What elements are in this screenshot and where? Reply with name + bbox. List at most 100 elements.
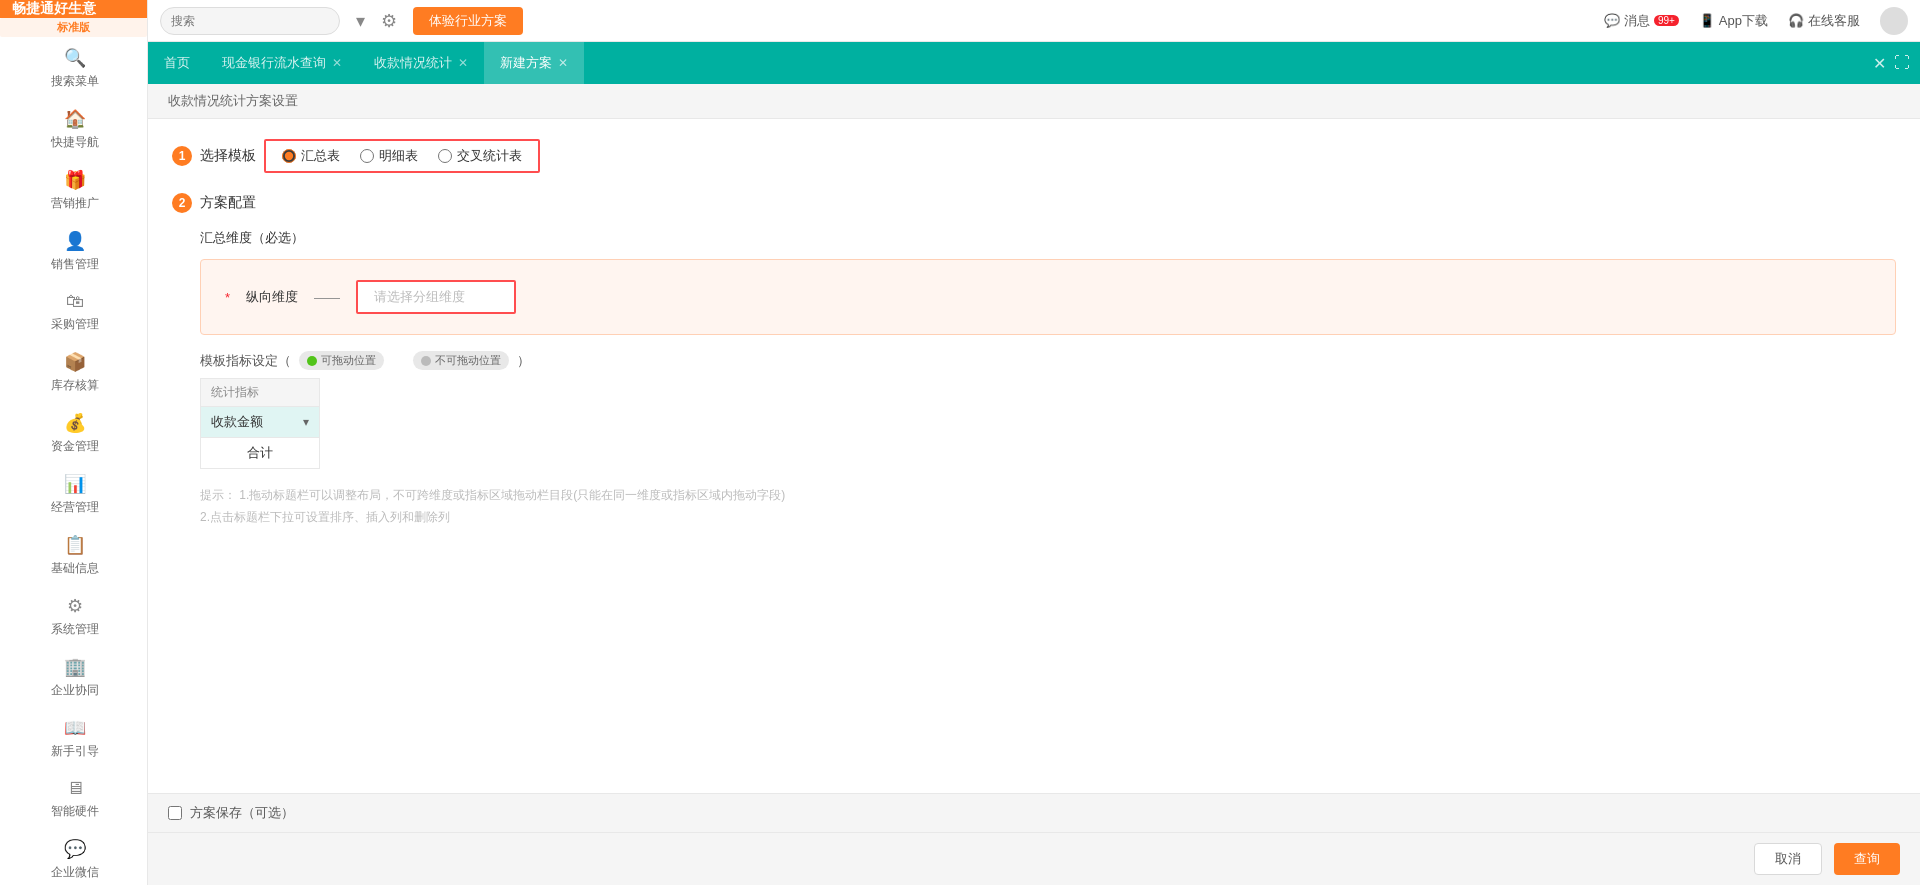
- sidebar-item-sales[interactable]: 👤 销售管理: [0, 220, 147, 281]
- tab-new-plan-label: 新建方案: [500, 54, 552, 72]
- sidebar-item-label: 企业协同: [51, 682, 99, 699]
- main-area: ▾ ⚙ 体验行业方案 💬 消息 99+ 📱 App下载 🎧 在线客服 首页: [148, 0, 1920, 885]
- operation-icon: 📊: [64, 473, 86, 495]
- indicator-close-paren: ）: [517, 352, 530, 370]
- indicator-sep: [392, 352, 405, 370]
- tab-cashflow-close[interactable]: ✕: [332, 56, 342, 70]
- avatar[interactable]: [1880, 7, 1908, 35]
- service-btn[interactable]: 🎧 在线客服: [1788, 12, 1860, 30]
- tab-receipt-stat[interactable]: 收款情况统计 ✕: [358, 42, 484, 84]
- sidebar-item-wechat[interactable]: 💬 企业微信: [0, 828, 147, 885]
- radio-detail-input[interactable]: [360, 149, 374, 163]
- sidebar: 畅捷通好生意 标准版 🔍 搜索菜单 🏠 快捷导航 🎁 营销推广 👤 销售管理 🛍…: [0, 0, 148, 885]
- tab-receipt-stat-close[interactable]: ✕: [458, 56, 468, 70]
- search-menu-icon: 🔍: [64, 47, 86, 69]
- marketing-icon: 🎁: [64, 169, 86, 191]
- sidebar-logo: 畅捷通好生意: [0, 0, 147, 18]
- sidebar-item-marketing[interactable]: 🎁 营销推广: [0, 159, 147, 220]
- finance-icon: 💰: [64, 412, 86, 434]
- stats-row-total: 合计: [201, 438, 319, 468]
- sidebar-item-operation[interactable]: 📊 经营管理: [0, 463, 147, 524]
- tip-2: 2.点击标题栏下拉可设置排序、插入列和删除列: [200, 507, 1896, 529]
- sidebar-item-label: 采购管理: [51, 316, 99, 333]
- sidebar-item-search-menu[interactable]: 🔍 搜索菜单: [0, 37, 147, 98]
- home-icon: 🏠: [64, 108, 86, 130]
- step2-header: 2 方案配置: [172, 193, 1896, 213]
- sidebar-item-purchase[interactable]: 🛍 采购管理: [0, 281, 147, 341]
- chevron-down-icon[interactable]: ▾: [303, 415, 309, 429]
- inventory-icon: 📦: [64, 351, 86, 373]
- tab-close-all-icon[interactable]: ✕: [1873, 54, 1886, 73]
- indicator-section: 模板指标设定（ 可拖动位置 不可拖动位置 ）: [200, 351, 1896, 469]
- tab-expand-icon[interactable]: ⛶: [1894, 54, 1910, 72]
- trial-btn[interactable]: 体验行业方案: [413, 7, 523, 35]
- sidebar-item-sys-mgmt[interactable]: ⚙ 系统管理: [0, 585, 147, 646]
- radio-detail[interactable]: 明细表: [360, 147, 418, 165]
- step2-section: 2 方案配置 汇总维度（必选） * 纵向维度 —— 请选择分组维度: [172, 193, 1896, 528]
- stats-table: 统计指标 收款金额 ▾ 合计: [200, 378, 320, 469]
- radio-summary[interactable]: 汇总表: [282, 147, 340, 165]
- step1-badge: 1: [172, 146, 192, 166]
- tab-cashflow[interactable]: 现金银行流水查询 ✕: [206, 42, 358, 84]
- dimension-select[interactable]: 请选择分组维度: [356, 280, 516, 314]
- gear-icon[interactable]: ⚙: [381, 10, 397, 32]
- sidebar-item-label: 智能硬件: [51, 803, 99, 820]
- radio-cross-input[interactable]: [438, 149, 452, 163]
- sidebar-item-finance[interactable]: 💰 资金管理: [0, 402, 147, 463]
- sidebar-item-label: 销售管理: [51, 256, 99, 273]
- tab-new-plan-close[interactable]: ✕: [558, 56, 568, 70]
- indicator-title: 模板指标设定（: [200, 352, 291, 370]
- draggable-toggle: 可拖动位置: [299, 351, 384, 370]
- download-btn[interactable]: 📱 App下载: [1699, 12, 1768, 30]
- stats-table-header-label: 统计指标: [201, 379, 319, 407]
- tab-home-label: 首页: [164, 54, 190, 72]
- search-input[interactable]: [160, 7, 340, 35]
- non-draggable-label: 不可拖动位置: [435, 353, 501, 368]
- message-btn[interactable]: 💬 消息 99+: [1604, 12, 1679, 30]
- basic-info-icon: 📋: [64, 534, 86, 556]
- tab-receipt-stat-label: 收款情况统计: [374, 54, 452, 72]
- guide-icon: 📖: [64, 717, 86, 739]
- step1-title: 选择模板: [200, 147, 256, 165]
- dimension-row: * 纵向维度 —— 请选择分组维度: [225, 280, 1871, 314]
- sidebar-item-quick-nav[interactable]: 🏠 快捷导航: [0, 98, 147, 159]
- step1-header: 1 选择模板 汇总表 明细表: [172, 139, 1896, 173]
- vertical-dimension-label: 纵向维度: [246, 288, 298, 306]
- query-button[interactable]: 查询: [1834, 843, 1900, 875]
- save-label: 方案保存（可选）: [190, 804, 294, 822]
- cancel-button[interactable]: 取消: [1754, 843, 1822, 875]
- message-badge: 99+: [1654, 15, 1679, 26]
- sidebar-item-guide[interactable]: 📖 新手引导: [0, 707, 147, 768]
- content: 收款情况统计方案设置 1 选择模板 汇总表: [148, 84, 1920, 885]
- sidebar-item-smart-hw[interactable]: 🖥 智能硬件: [0, 768, 147, 828]
- sidebar-item-label: 资金管理: [51, 438, 99, 455]
- sidebar-item-label: 企业微信: [51, 864, 99, 881]
- radio-summary-input[interactable]: [282, 149, 296, 163]
- tab-new-plan[interactable]: 新建方案 ✕: [484, 42, 584, 84]
- message-icon: 💬: [1604, 13, 1620, 28]
- tabbar: 首页 现金银行流水查询 ✕ 收款情况统计 ✕ 新建方案 ✕ ✕ ⛶: [148, 42, 1920, 84]
- radio-detail-label: 明细表: [379, 147, 418, 165]
- indicator-label-row: 模板指标设定（ 可拖动位置 不可拖动位置 ）: [200, 351, 1896, 370]
- sidebar-item-label: 库存核算: [51, 377, 99, 394]
- save-section: 方案保存（可选）: [148, 793, 1920, 832]
- sidebar-item-enterprise[interactable]: 🏢 企业协同: [0, 646, 147, 707]
- stats-col-header[interactable]: 收款金额 ▾: [201, 407, 319, 438]
- sidebar-item-label: 营销推广: [51, 195, 99, 212]
- sidebar-item-basic-info[interactable]: 📋 基础信息: [0, 524, 147, 585]
- sidebar-item-label: 系统管理: [51, 621, 99, 638]
- topbar-dropdown-icon[interactable]: ▾: [356, 10, 365, 32]
- smart-hw-icon: 🖥: [66, 778, 84, 799]
- sidebar-item-label: 快捷导航: [51, 134, 99, 151]
- tab-home[interactable]: 首页: [148, 42, 206, 84]
- radio-cross-label: 交叉统计表: [457, 147, 522, 165]
- service-icon: 🎧: [1788, 13, 1804, 28]
- radio-cross[interactable]: 交叉统计表: [438, 147, 522, 165]
- sales-icon: 👤: [64, 230, 86, 252]
- sidebar-item-inventory[interactable]: 📦 库存核算: [0, 341, 147, 402]
- download-label: App下载: [1719, 12, 1768, 30]
- tab-cashflow-label: 现金银行流水查询: [222, 54, 326, 72]
- sidebar-logo-badge: 标准版: [0, 18, 147, 37]
- save-checkbox[interactable]: [168, 806, 182, 820]
- tip-1: 提示： 1.拖动标题栏可以调整布局，不可跨维度或指标区域拖动栏目段(只能在同一维…: [200, 485, 1896, 507]
